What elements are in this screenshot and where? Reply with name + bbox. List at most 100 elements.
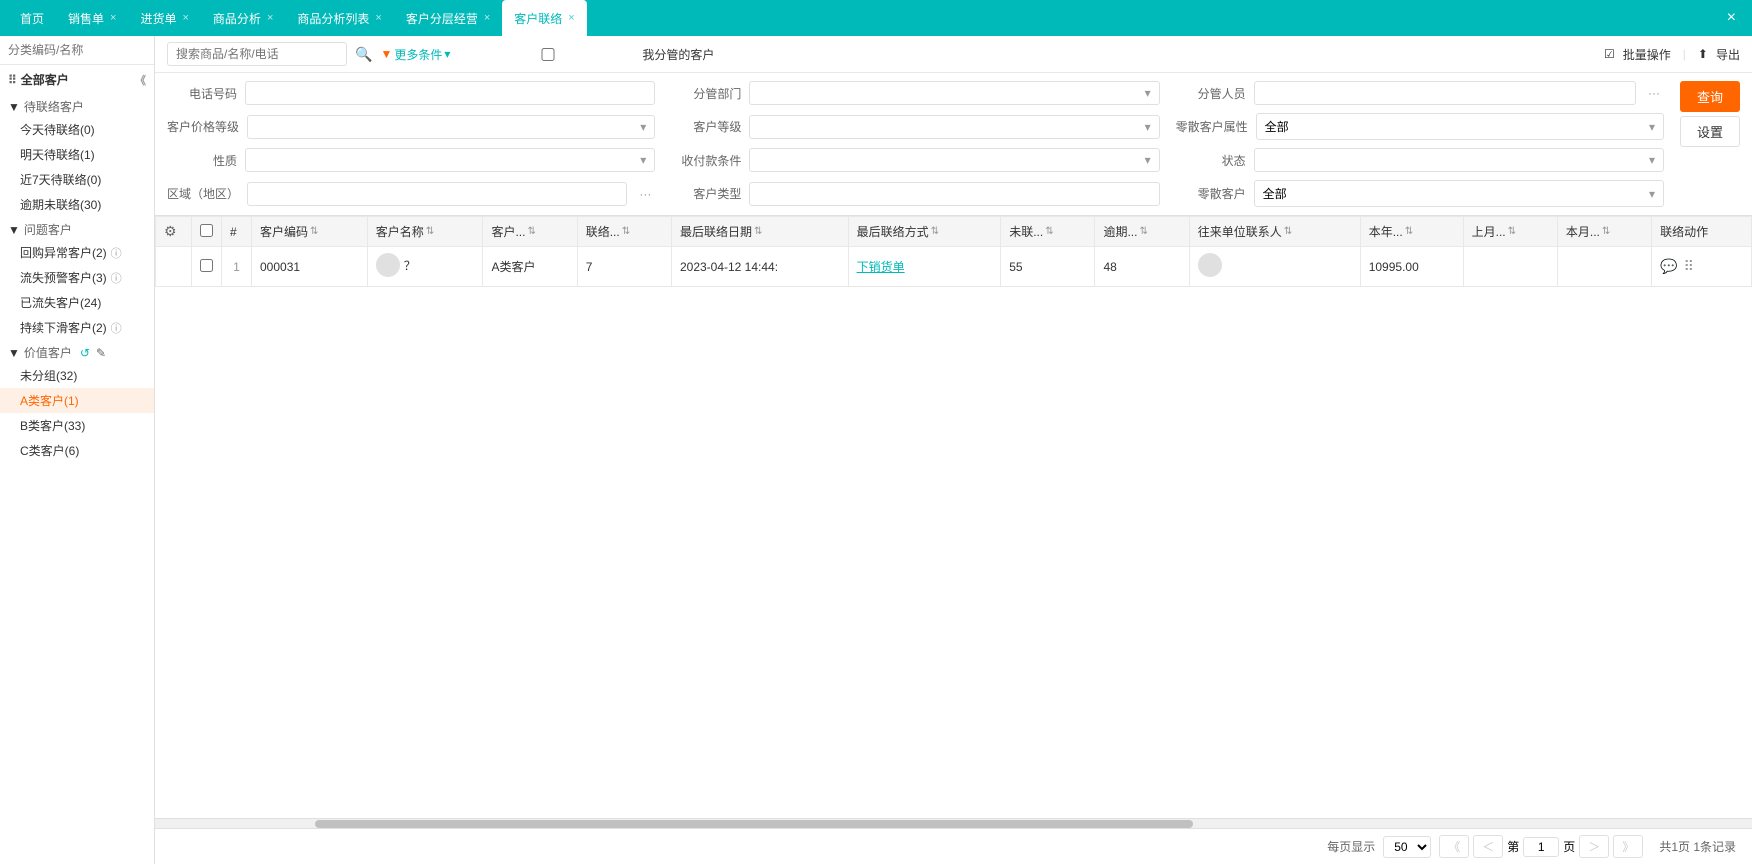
row-overdue: 48: [1095, 247, 1189, 287]
dept-label: 分管部门: [671, 85, 741, 102]
cust-level-select[interactable]: ▾: [749, 115, 1159, 139]
more-filter-button[interactable]: ▼ 更多条件 ▾: [380, 46, 450, 63]
sidebar-search-input[interactable]: [8, 43, 155, 57]
nav-analysis-list[interactable]: 商品分析列表 ×: [285, 0, 393, 36]
retail-attr-select[interactable]: 全部▾: [1256, 113, 1664, 140]
batch-op-label[interactable]: 批量操作: [1623, 46, 1671, 63]
region-more-icon[interactable]: ···: [635, 187, 655, 201]
last-page-button[interactable]: 》: [1613, 835, 1643, 858]
group-pending-contact[interactable]: ▼ 待联络客户: [0, 94, 154, 117]
close-sales-tab[interactable]: ×: [110, 12, 116, 24]
page-number-input[interactable]: [1523, 837, 1559, 857]
first-page-button[interactable]: 《: [1439, 835, 1469, 858]
filter-row-2: 客户价格等级 ▾ 客户等级 ▾ 零散客户属性: [167, 113, 1664, 140]
close-analysis-tab[interactable]: ×: [267, 12, 273, 24]
sidebar-item-today[interactable]: 今天待联络(0): [0, 117, 154, 142]
sidebar-all-customers[interactable]: ⠿ 全部客户 《: [0, 65, 154, 94]
sort-level-icon: ⇅: [527, 226, 535, 237]
nav-analysis[interactable]: 商品分析 ×: [201, 0, 285, 36]
nav-customer-tier[interactable]: 客户分层经营 ×: [394, 0, 502, 36]
group-problem-customers[interactable]: ▼ 问题客户: [0, 217, 154, 240]
filter-row-1: 电话号码 分管部门 ▾ 分管人员 ···: [167, 81, 1664, 105]
row-last-method[interactable]: 下销货单: [848, 247, 1001, 287]
settings-icon[interactable]: ⚙: [164, 223, 177, 239]
triangle-icon2: ▼: [8, 223, 20, 237]
sidebar-item-churn-warning[interactable]: 流失预警客户(3) ⓘ: [0, 265, 154, 290]
retail-chevron-icon: ▾: [1649, 187, 1655, 201]
close-purchase-tab[interactable]: ×: [182, 12, 188, 24]
th-code[interactable]: 客户编码 ⇅: [252, 217, 368, 247]
sort-company-icon: ⇅: [1284, 226, 1292, 237]
region-input[interactable]: [247, 182, 627, 206]
nav-home[interactable]: 首页: [8, 0, 56, 36]
group-value-customers[interactable]: ▼ 价值客户 ↺ ✎: [0, 340, 154, 363]
my-customer-checkbox-label[interactable]: 我分管的客户: [458, 46, 714, 63]
payment-select[interactable]: ▾: [749, 148, 1159, 172]
horizontal-scrollbar[interactable]: [155, 818, 1752, 828]
th-level[interactable]: 客户... ⇅: [483, 217, 577, 247]
sidebar-item-c-class[interactable]: C类客户(6): [0, 438, 154, 463]
th-last-month[interactable]: 上月... ⇅: [1463, 217, 1557, 247]
phone-input[interactable]: [245, 81, 655, 105]
close-analysis-list-tab[interactable]: ×: [375, 12, 381, 24]
sidebar-item-7days[interactable]: 近7天待联络(0): [0, 167, 154, 192]
my-customer-checkbox[interactable]: [458, 48, 638, 61]
edit-group-icon[interactable]: ✎: [96, 346, 106, 360]
status-label: 状态: [1176, 152, 1246, 169]
th-this-month[interactable]: 本月... ⇅: [1557, 217, 1651, 247]
close-contact-tab[interactable]: ×: [568, 12, 574, 24]
nav-sales[interactable]: 销售单 ×: [56, 0, 128, 36]
th-last-date[interactable]: 最后联络日期 ⇅: [671, 217, 848, 247]
th-this-year[interactable]: 本年... ⇅: [1360, 217, 1463, 247]
region-label: 区域（地区）: [167, 185, 239, 202]
qr-action-icon[interactable]: ⠿: [1684, 258, 1694, 275]
search-input[interactable]: [167, 42, 347, 66]
filter-cell-nature: 性质 ▾: [167, 148, 655, 172]
nature-select[interactable]: ▾: [245, 148, 655, 172]
sidebar-item-b-class[interactable]: B类客户(33): [0, 413, 154, 438]
sidebar-item-ungrouped[interactable]: 未分组(32): [0, 363, 154, 388]
th-contact[interactable]: 联络... ⇅: [577, 217, 671, 247]
window-close-button[interactable]: ×: [1719, 9, 1744, 27]
sidebar-item-overdue[interactable]: 逾期未联络(30): [0, 192, 154, 217]
refresh-icon[interactable]: ↺: [80, 346, 90, 360]
retail-select[interactable]: 全部▾: [1254, 180, 1664, 207]
nav-customer-contact[interactable]: 客户联络 ×: [502, 0, 586, 36]
th-overdue[interactable]: 逾期... ⇅: [1095, 217, 1189, 247]
search-button[interactable]: 🔍: [355, 46, 372, 63]
th-last-method[interactable]: 最后联络方式 ⇅: [848, 217, 1001, 247]
cust-type-input[interactable]: [749, 182, 1159, 206]
row-actions: 💬 ⠿: [1652, 247, 1752, 287]
manager-label: 分管人员: [1176, 85, 1246, 102]
sidebar-item-declining[interactable]: 持续下滑客户(2) ⓘ: [0, 315, 154, 340]
query-button[interactable]: 查询: [1680, 81, 1740, 112]
manager-more-icon[interactable]: ···: [1644, 86, 1664, 100]
nav-purchase[interactable]: 进货单 ×: [128, 0, 200, 36]
next-page-button[interactable]: ＞: [1579, 835, 1609, 858]
info-icon-1: ⓘ: [111, 245, 122, 261]
chat-action-icon[interactable]: 💬: [1660, 258, 1677, 275]
export-label[interactable]: 导出: [1716, 46, 1740, 63]
status-select[interactable]: ▾: [1254, 148, 1664, 172]
scroll-thumb[interactable]: [315, 820, 1193, 828]
sidebar-item-tomorrow[interactable]: 明天待联络(1): [0, 142, 154, 167]
close-tier-tab[interactable]: ×: [484, 12, 490, 24]
th-not-contact[interactable]: 未联... ⇅: [1001, 217, 1095, 247]
page-size-select[interactable]: 50: [1383, 836, 1431, 858]
select-all-checkbox[interactable]: [200, 224, 213, 237]
sidebar-item-a-class[interactable]: A类客户(1): [0, 388, 154, 413]
dept-select[interactable]: ▾: [749, 81, 1159, 105]
th-name[interactable]: 客户名称 ⇅: [367, 217, 483, 247]
manager-input[interactable]: [1254, 81, 1636, 105]
filter-cell-status: 状态 ▾: [1176, 148, 1664, 172]
filter-bar: 🔍 ▼ 更多条件 ▾ 我分管的客户 ☑ 批量操作 | ⬆ 导出: [155, 36, 1752, 73]
row-select-checkbox[interactable]: [200, 259, 213, 272]
th-company-contact[interactable]: 往来单位联系人 ⇅: [1189, 217, 1360, 247]
th-gear: ⚙: [156, 217, 192, 247]
price-level-select[interactable]: ▾: [247, 115, 655, 139]
setting-button[interactable]: 设置: [1680, 116, 1740, 147]
row-this-month: [1557, 247, 1651, 287]
prev-page-button[interactable]: ＜: [1473, 835, 1503, 858]
sidebar-item-churned[interactable]: 已流失客户(24): [0, 290, 154, 315]
sidebar-item-abnormal[interactable]: 回购异常客户(2) ⓘ: [0, 240, 154, 265]
